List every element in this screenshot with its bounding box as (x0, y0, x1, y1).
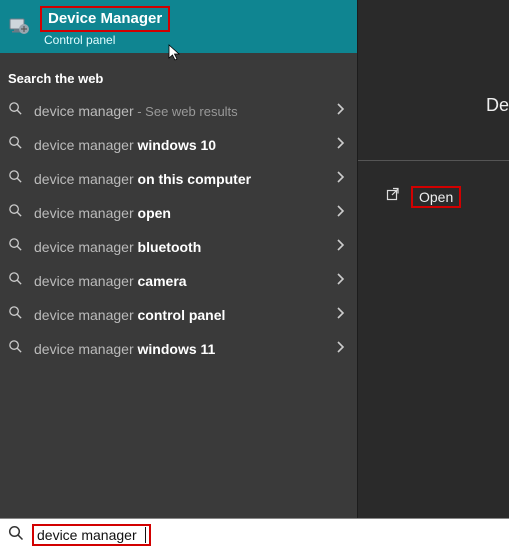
search-icon (8, 101, 24, 121)
best-match-row[interactable]: Device Manager Control panel (0, 0, 357, 53)
open-action[interactable]: Open (386, 186, 461, 208)
details-title-fragment: De (486, 95, 509, 116)
search-icon (8, 135, 24, 155)
search-icon (8, 339, 24, 359)
web-result-row[interactable]: device manager camera (0, 264, 357, 298)
search-icon (8, 525, 24, 546)
result-text: device manager camera (34, 273, 325, 289)
web-result-row[interactable]: device manager on this computer (0, 162, 357, 196)
result-text: device manager on this computer (34, 171, 325, 187)
result-text: device manager windows 11 (34, 341, 325, 357)
device-manager-icon (6, 13, 32, 39)
result-text: device manager windows 10 (34, 137, 325, 153)
search-icon (8, 237, 24, 257)
search-bar (0, 518, 509, 551)
web-result-row[interactable]: device manager open (0, 196, 357, 230)
chevron-right-icon[interactable] (335, 136, 349, 154)
result-text: device manager control panel (34, 307, 325, 323)
search-web-header: Search the web (0, 53, 357, 94)
chevron-right-icon[interactable] (335, 238, 349, 256)
best-match-subtitle: Control panel (40, 33, 170, 47)
chevron-right-icon[interactable] (335, 204, 349, 222)
open-in-new-icon (386, 187, 401, 207)
search-icon (8, 203, 24, 223)
chevron-right-icon[interactable] (335, 272, 349, 290)
result-text: device manager open (34, 205, 325, 221)
web-result-row[interactable]: device manager - See web results (0, 94, 357, 128)
details-panel: De Open (357, 0, 509, 518)
search-icon (8, 169, 24, 189)
chevron-right-icon[interactable] (335, 170, 349, 188)
web-result-row[interactable]: device manager bluetooth (0, 230, 357, 264)
chevron-right-icon[interactable] (335, 340, 349, 358)
chevron-right-icon[interactable] (335, 102, 349, 120)
result-text: device manager - See web results (34, 103, 325, 119)
best-match-title: Device Manager (40, 6, 170, 32)
search-icon (8, 305, 24, 325)
open-label: Open (411, 186, 461, 208)
divider (358, 160, 509, 161)
search-input[interactable] (37, 527, 145, 543)
search-results-panel: Device Manager Control panel Search the … (0, 0, 357, 518)
text-caret (145, 527, 146, 543)
search-icon (8, 271, 24, 291)
chevron-right-icon[interactable] (335, 306, 349, 324)
web-result-row[interactable]: device manager control panel (0, 298, 357, 332)
web-result-row[interactable]: device manager windows 11 (0, 332, 357, 366)
web-result-row[interactable]: device manager windows 10 (0, 128, 357, 162)
result-text: device manager bluetooth (34, 239, 325, 255)
